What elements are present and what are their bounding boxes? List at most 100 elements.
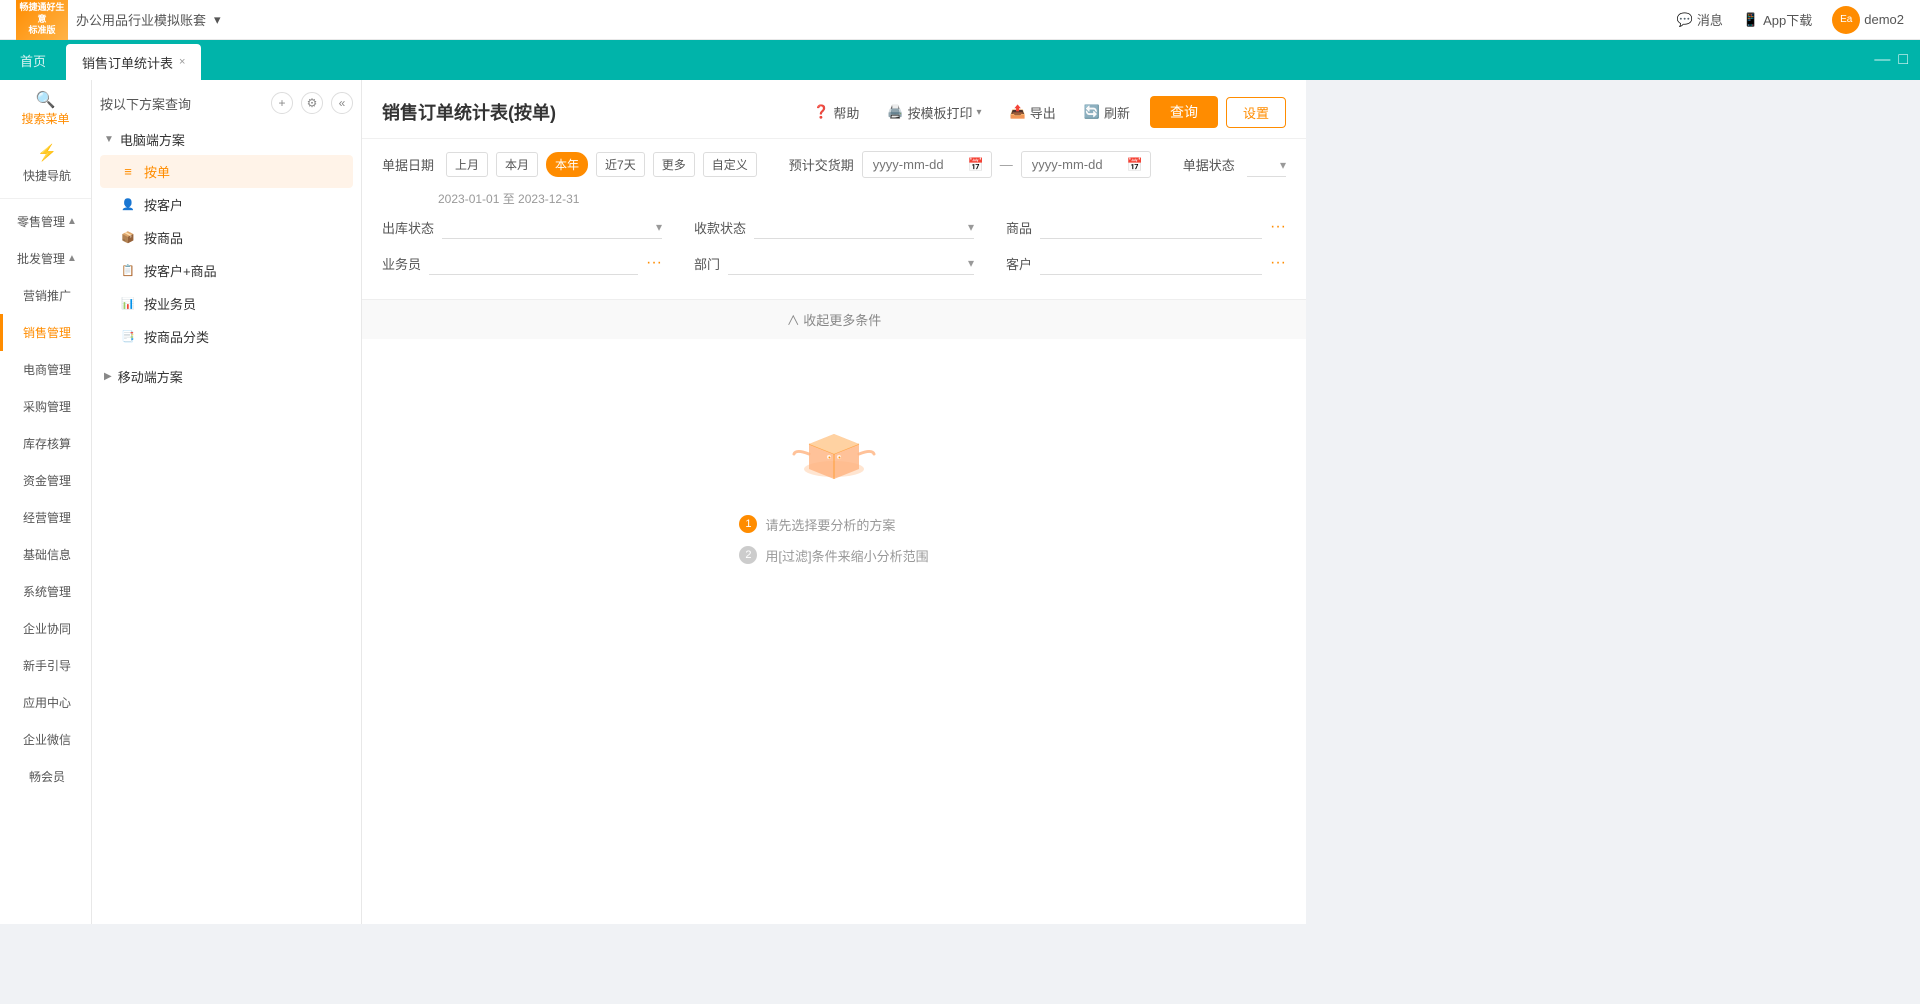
payment-select-wrapper — [754, 215, 974, 239]
sidebar-item-corpwechat[interactable]: 企业微信 — [0, 721, 91, 758]
tip-text-1: 请先选择要分析的方案 — [765, 515, 895, 534]
date-btn-last-month[interactable]: 上月 — [446, 152, 488, 177]
sidebar-item-sales[interactable]: 销售管理 — [0, 314, 91, 351]
query-btn[interactable]: 查询 — [1150, 96, 1218, 128]
by-goods-icon: 📦 — [120, 230, 136, 246]
sidebar-quicknav-label: 快捷导航 — [23, 167, 71, 184]
settings-btn[interactable]: 设置 — [1226, 97, 1286, 128]
scheme-item-by-order[interactable]: ≡ 按单 — [100, 155, 353, 188]
tabbar-maximize-btn[interactable]: □ — [1898, 51, 1908, 69]
scheme-item-by-goods[interactable]: 📦 按商品 — [100, 221, 353, 254]
right-panel: 销售订单统计表(按单) ❓ 帮助 🖨️ 按模板打印 ▾ 📤 导出 — [362, 80, 1306, 924]
mobile-scheme-title-row[interactable]: ▶ 移动端方案 — [100, 361, 353, 392]
settings-scheme-btn[interactable]: ⚙ — [301, 92, 323, 114]
refresh-btn[interactable]: 🔄 刷新 — [1076, 99, 1138, 126]
scheme-item-by-customer[interactable]: 👤 按客户 — [100, 188, 353, 221]
tab-home-label: 首页 — [20, 51, 46, 70]
content-wrapper: 按以下方案查询 + ⚙ « ▼ 电脑端方案 — [92, 80, 1306, 924]
dept-label: 部门 — [694, 254, 720, 273]
sidebar-item-system[interactable]: 系统管理 — [0, 573, 91, 610]
tab-close-icon[interactable]: × — [179, 56, 185, 68]
goods-dots[interactable]: ··· — [1270, 218, 1286, 236]
refresh-icon: 🔄 — [1084, 104, 1100, 120]
delivery-date-to-input[interactable] — [1021, 151, 1151, 178]
date-btn-this-year[interactable]: 本年 — [546, 152, 588, 177]
user-menu[interactable]: Ea demo2 — [1832, 6, 1904, 34]
print-arrow-icon: ▾ — [977, 107, 982, 118]
tab-home[interactable]: 首页 — [0, 40, 66, 80]
goods-input[interactable] — [1040, 215, 1262, 239]
sidebar-purchase-label: 采购管理 — [23, 398, 71, 415]
date-btn-custom[interactable]: 自定义 — [703, 152, 757, 177]
scheme-item-by-goods-category[interactable]: 📑 按商品分类 — [100, 320, 353, 353]
topbar-left: 畅捷通好生意标准版 办公用品行业模拟账套 ▾ — [16, 0, 221, 40]
tip-num-1: 1 — [739, 515, 757, 533]
salesman-input[interactable] — [429, 251, 638, 275]
sidebar-item-operations[interactable]: 经营管理 — [0, 499, 91, 536]
by-goods-category-icon: 📑 — [120, 329, 136, 345]
sidebar-item-quicknav[interactable]: ⚡ 快捷导航 — [0, 133, 91, 194]
sidebar-item-search[interactable]: 🔍 搜索菜单 — [0, 80, 91, 133]
payment-label: 收款状态 — [694, 218, 746, 237]
topbar-right: 💬 消息 📱 App下载 Ea demo2 — [1677, 6, 1904, 34]
delivery-date-from-input[interactable] — [862, 151, 992, 178]
date-filter-group: 单据日期 上月 本月 本年 近7天 更多 自定义 — [382, 152, 757, 177]
pc-scheme-section: ▼ 电脑端方案 ≡ 按单 👤 按客户 📦 按商品 📋 按客户+商品 — [100, 124, 353, 353]
customer-dots[interactable]: ··· — [1270, 254, 1286, 272]
plus-icon: + — [278, 96, 285, 110]
message-btn[interactable]: 💬 消息 — [1677, 10, 1723, 29]
avatar: Ea — [1832, 6, 1860, 34]
sidebar-basic-label: 基础信息 — [23, 546, 71, 563]
sidebar-appcenter-label: 应用中心 — [23, 694, 71, 711]
message-icon: 💬 — [1677, 12, 1693, 28]
sidebar-item-ecommerce[interactable]: 电商管理 — [0, 351, 91, 388]
export-btn[interactable]: 📤 导出 — [1002, 99, 1064, 126]
pc-scheme-expand-icon: ▼ — [104, 134, 114, 145]
customer-input[interactable] — [1040, 251, 1262, 275]
customer-col: 客户 ··· — [1006, 251, 1286, 275]
outbound-select[interactable] — [442, 215, 662, 239]
page-actions: ❓ 帮助 🖨️ 按模板打印 ▾ 📤 导出 🔄 刷新 — [805, 96, 1286, 128]
tab-sales-order[interactable]: 销售订单统计表 × — [66, 44, 201, 80]
sidebar-item-wholesale[interactable]: 批发管理 ▲ — [0, 240, 91, 277]
print-icon: 🖨️ — [887, 104, 903, 120]
date-btn-this-month[interactable]: 本月 — [496, 152, 538, 177]
salesman-dots[interactable]: ··· — [646, 254, 662, 272]
pc-scheme-title: 电脑端方案 — [120, 130, 185, 149]
layout: 🔍 搜索菜单 ⚡ 快捷导航 零售管理 ▲ 批发管理 ▲ 营销推广 销售管理 电商… — [0, 80, 1920, 924]
collapse-label: ∧ 收起更多条件 — [787, 313, 882, 328]
payment-select[interactable] — [754, 215, 974, 239]
pc-scheme-title-row[interactable]: ▼ 电脑端方案 — [100, 124, 353, 155]
sidebar-item-newbie[interactable]: 新手引导 — [0, 647, 91, 684]
sidebar-item-retail[interactable]: 零售管理 ▲ — [0, 203, 91, 240]
collapse-bar[interactable]: ∧ 收起更多条件 — [362, 299, 1306, 339]
sidebar-item-membership[interactable]: 畅会员 — [0, 758, 91, 795]
app-download-btn[interactable]: 📱 App下载 — [1743, 10, 1812, 29]
collapse-panel-btn[interactable]: « — [331, 92, 353, 114]
sidebar-item-basic[interactable]: 基础信息 — [0, 536, 91, 573]
status-select[interactable] — [1247, 153, 1286, 177]
sidebar-item-inventory[interactable]: 库存核算 — [0, 425, 91, 462]
sidebar-marketing-label: 营销推广 — [23, 287, 71, 304]
scheme-item-by-customer-goods[interactable]: 📋 按客户+商品 — [100, 254, 353, 287]
dept-select[interactable] — [728, 251, 974, 275]
scheme-item-by-customer-label: 按客户 — [144, 195, 183, 214]
empty-state: 1 请先选择要分析的方案 2 用[过滤]条件来缩小分析范围 — [362, 339, 1306, 625]
add-scheme-btn[interactable]: + — [271, 92, 293, 114]
sidebar-item-appcenter[interactable]: 应用中心 — [0, 684, 91, 721]
sidebar-item-purchase[interactable]: 采购管理 — [0, 388, 91, 425]
tabbar-minimize-btn[interactable]: — — [1874, 51, 1890, 69]
industry-dropdown-icon[interactable]: ▾ — [214, 12, 221, 28]
dept-col: 部门 — [694, 251, 974, 275]
date-btn-more[interactable]: 更多 — [653, 152, 695, 177]
date-btn-7days[interactable]: 近7天 — [596, 152, 645, 177]
sidebar-item-enterprise[interactable]: 企业协同 — [0, 610, 91, 647]
app-download-icon: 📱 — [1743, 12, 1759, 28]
mobile-scheme-section: ▶ 移动端方案 — [100, 361, 353, 392]
scheme-item-by-salesman[interactable]: 📊 按业务员 — [100, 287, 353, 320]
left-panel-title: 按以下方案查询 — [100, 94, 191, 113]
sidebar-item-finance[interactable]: 资金管理 — [0, 462, 91, 499]
print-btn[interactable]: 🖨️ 按模板打印 ▾ — [879, 99, 989, 126]
sidebar-item-marketing[interactable]: 营销推广 — [0, 277, 91, 314]
help-btn[interactable]: ❓ 帮助 — [805, 99, 867, 126]
